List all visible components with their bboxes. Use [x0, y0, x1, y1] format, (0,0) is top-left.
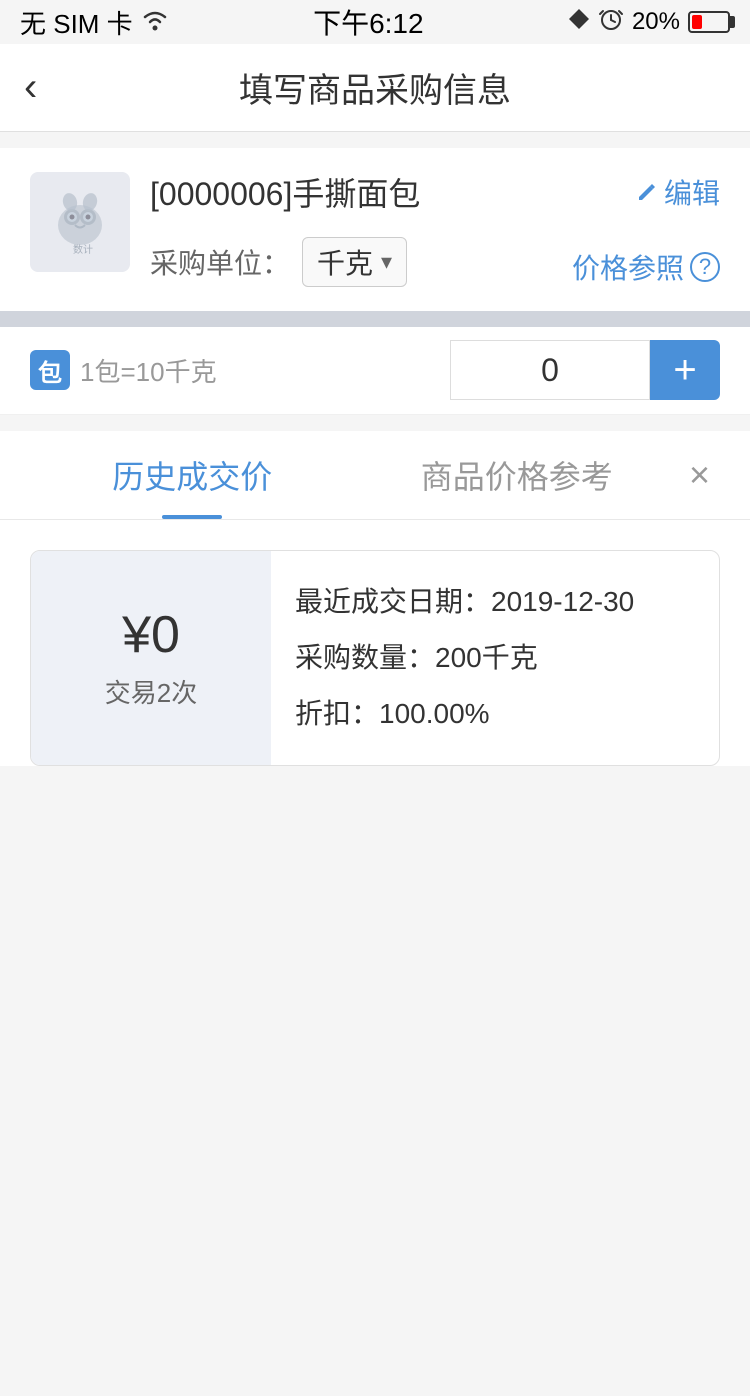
- quantity-input[interactable]: [450, 340, 650, 400]
- price-discount-row: 折扣：100.00%: [295, 693, 695, 735]
- discount-value: 100.00%: [379, 698, 490, 729]
- page-title: 填写商品采购信息: [239, 63, 511, 112]
- location-icon: [568, 8, 590, 37]
- quantity-plus-button[interactable]: +: [650, 340, 720, 400]
- svg-text:数计: 数计: [73, 243, 93, 256]
- edit-button[interactable]: 编辑: [636, 172, 720, 212]
- quantity-left: 包 1包=10千克: [30, 350, 217, 390]
- edit-icon: [636, 181, 658, 203]
- chevron-down-icon: ▾: [381, 249, 392, 275]
- carrier-text: 无 SIM 卡: [20, 4, 133, 41]
- unit-badge: 包: [30, 350, 70, 390]
- tab-close-button[interactable]: ×: [679, 454, 720, 496]
- tab-product-price-ref[interactable]: 商品价格参考: [354, 431, 678, 519]
- nav-bar: ‹ 填写商品采购信息: [0, 44, 750, 132]
- price-ref-label: 价格参照: [572, 247, 684, 287]
- product-image: 数计: [30, 172, 130, 272]
- battery-icon: [688, 11, 730, 33]
- bottom-space: [0, 796, 750, 1396]
- back-button[interactable]: ‹: [24, 65, 37, 110]
- product-card: 数计 [0000006]手撕面包 采购单位： 千克 ▾ 编辑 价格参照 ?: [0, 148, 750, 311]
- status-left: 无 SIM 卡: [20, 4, 169, 41]
- quantity-row: 包 1包=10千克 +: [0, 327, 750, 415]
- discount-label: 折扣：: [295, 698, 379, 729]
- product-name: [0000006]手撕面包: [150, 172, 720, 217]
- price-qty-row: 采购数量：200千克: [295, 637, 695, 679]
- price-amount: ¥0: [122, 605, 180, 665]
- date-value: 2019-12-30: [491, 586, 634, 617]
- quantity-right: +: [450, 340, 720, 400]
- price-right-panel: 最近成交日期：2019-12-30 采购数量：200千克 折扣：100.00%: [271, 551, 719, 765]
- wifi-icon: [141, 7, 169, 38]
- unit-value: 千克: [317, 242, 373, 282]
- price-date-row: 最近成交日期：2019-12-30: [295, 581, 695, 623]
- qty-value: 200千克: [435, 642, 538, 673]
- status-right: 20%: [568, 6, 730, 39]
- price-transactions: 交易2次: [105, 673, 197, 710]
- section-divider: [0, 311, 750, 327]
- battery-percent: 20%: [632, 8, 680, 36]
- unit-description: 1包=10千克: [80, 352, 217, 389]
- tab-header: 历史成交价 商品价格参考 ×: [0, 431, 750, 520]
- date-label: 最近成交日期：: [295, 586, 491, 617]
- help-icon: ?: [690, 252, 720, 282]
- unit-label: 采购单位：: [150, 242, 290, 282]
- qty-label: 采购数量：: [295, 642, 435, 673]
- time-display: 下午6:12: [313, 2, 424, 42]
- edit-label: 编辑: [664, 172, 720, 212]
- price-card: ¥0 交易2次 最近成交日期：2019-12-30 采购数量：200千克 折扣：…: [30, 550, 720, 766]
- tab-history-price[interactable]: 历史成交价: [30, 431, 354, 519]
- status-bar: 无 SIM 卡 下午6:12 20%: [0, 0, 750, 44]
- price-ref-button[interactable]: 价格参照 ?: [572, 247, 720, 287]
- tab-section: 历史成交价 商品价格参考 × ¥0 交易2次 最近成交日期：2019-12-30…: [0, 431, 750, 766]
- price-left-panel: ¥0 交易2次: [31, 551, 271, 765]
- unit-select[interactable]: 千克 ▾: [302, 237, 407, 287]
- alarm-icon: [598, 6, 624, 39]
